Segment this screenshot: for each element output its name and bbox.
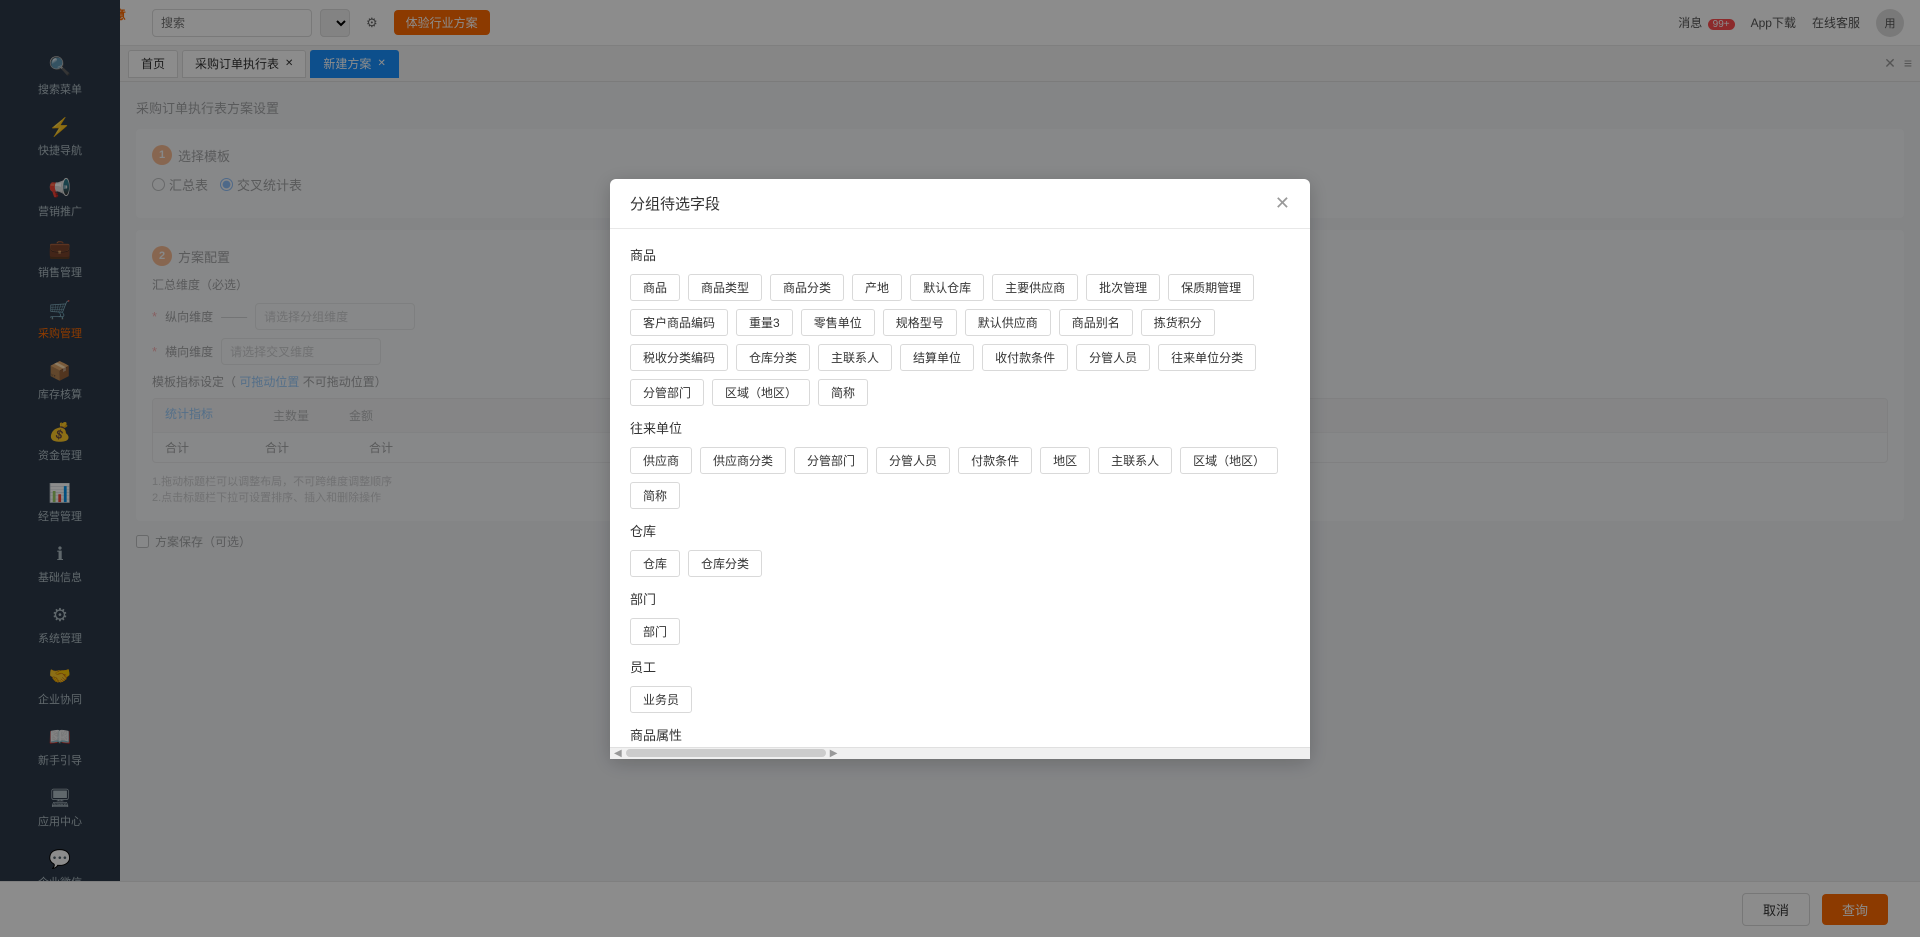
field-tag[interactable]: 付款条件	[958, 447, 1032, 474]
field-tag[interactable]: 收付款条件	[982, 344, 1068, 371]
field-tags-employee: 业务员	[630, 686, 1290, 713]
field-tag[interactable]: 往来单位分类	[1158, 344, 1256, 371]
field-tag[interactable]: 商品别名	[1059, 309, 1133, 336]
field-tag[interactable]: 分管人员	[876, 447, 950, 474]
field-tags-warehouse: 仓库 仓库分类	[630, 550, 1290, 577]
scroll-thumb[interactable]	[626, 749, 826, 757]
field-tag[interactable]: 保质期管理	[1168, 274, 1254, 301]
field-tag[interactable]: 结算单位	[900, 344, 974, 371]
field-tag[interactable]: 仓库	[630, 550, 680, 577]
section-title-counterpart: 往来单位	[630, 418, 1290, 437]
field-tag[interactable]: 分管部门	[630, 379, 704, 406]
modal-horizontal-scrollbar[interactable]: ◀ ▶	[610, 747, 1310, 759]
field-tags-counterpart: 供应商 供应商分类 分管部门 分管人员 付款条件 地区 主联系人 区域（地区） …	[630, 447, 1290, 509]
field-tag[interactable]: 仓库分类	[736, 344, 810, 371]
field-tag[interactable]: 零售单位	[801, 309, 875, 336]
section-title-goods-attr: 商品属性	[630, 725, 1290, 744]
field-tag[interactable]: 商品类型	[688, 274, 762, 301]
field-tag[interactable]: 供应商分类	[700, 447, 786, 474]
section-title-warehouse: 仓库	[630, 521, 1290, 540]
field-tag[interactable]: 重量3	[736, 309, 793, 336]
field-tag[interactable]: 商品分类	[770, 274, 844, 301]
scroll-right-arrow[interactable]: ▶	[830, 748, 838, 759]
field-tag[interactable]: 简称	[630, 482, 680, 509]
field-tags-goods: 商品 商品类型 商品分类 产地 默认仓库 主要供应商 批次管理 保质期管理 客户…	[630, 274, 1290, 406]
field-tags-department: 部门	[630, 618, 1290, 645]
field-tag[interactable]: 默认供应商	[965, 309, 1051, 336]
field-tag[interactable]: 规格型号	[883, 309, 957, 336]
field-select-modal: 分组待选字段 ✕ 商品 商品 商品类型 商品分类 产地 默认仓库 主要供应商 批…	[610, 179, 1310, 759]
field-tag[interactable]: 分管人员	[1076, 344, 1150, 371]
field-tag[interactable]: 主联系人	[818, 344, 892, 371]
section-title-department: 部门	[630, 589, 1290, 608]
modal-title: 分组待选字段	[630, 193, 720, 214]
modal-header: 分组待选字段 ✕	[610, 179, 1310, 229]
field-tag[interactable]: 主联系人	[1098, 447, 1172, 474]
field-tag[interactable]: 商品	[630, 274, 680, 301]
modal-close-button[interactable]: ✕	[1275, 193, 1290, 214]
field-tag[interactable]: 业务员	[630, 686, 692, 713]
field-tag[interactable]: 部门	[630, 618, 680, 645]
field-tag[interactable]: 客户商品编码	[630, 309, 728, 336]
field-tag[interactable]: 供应商	[630, 447, 692, 474]
field-tag[interactable]: 分管部门	[794, 447, 868, 474]
field-tag[interactable]: 仓库分类	[688, 550, 762, 577]
modal-body[interactable]: 商品 商品 商品类型 商品分类 产地 默认仓库 主要供应商 批次管理 保质期管理…	[610, 229, 1310, 747]
field-tag[interactable]: 批次管理	[1086, 274, 1160, 301]
field-tag[interactable]: 区域（地区）	[1180, 447, 1278, 474]
section-title-employee: 员工	[630, 657, 1290, 676]
field-tag[interactable]: 主要供应商	[992, 274, 1078, 301]
field-tag[interactable]: 税收分类编码	[630, 344, 728, 371]
modal-overlay: 分组待选字段 ✕ 商品 商品 商品类型 商品分类 产地 默认仓库 主要供应商 批…	[0, 0, 1920, 937]
field-tag[interactable]: 区域（地区）	[712, 379, 810, 406]
field-tag[interactable]: 简称	[818, 379, 868, 406]
field-tag[interactable]: 拣货积分	[1141, 309, 1215, 336]
field-tag[interactable]: 地区	[1040, 447, 1090, 474]
field-tag[interactable]: 产地	[852, 274, 902, 301]
scroll-left-arrow[interactable]: ◀	[614, 748, 622, 759]
field-tag[interactable]: 默认仓库	[910, 274, 984, 301]
section-title-goods: 商品	[630, 245, 1290, 264]
